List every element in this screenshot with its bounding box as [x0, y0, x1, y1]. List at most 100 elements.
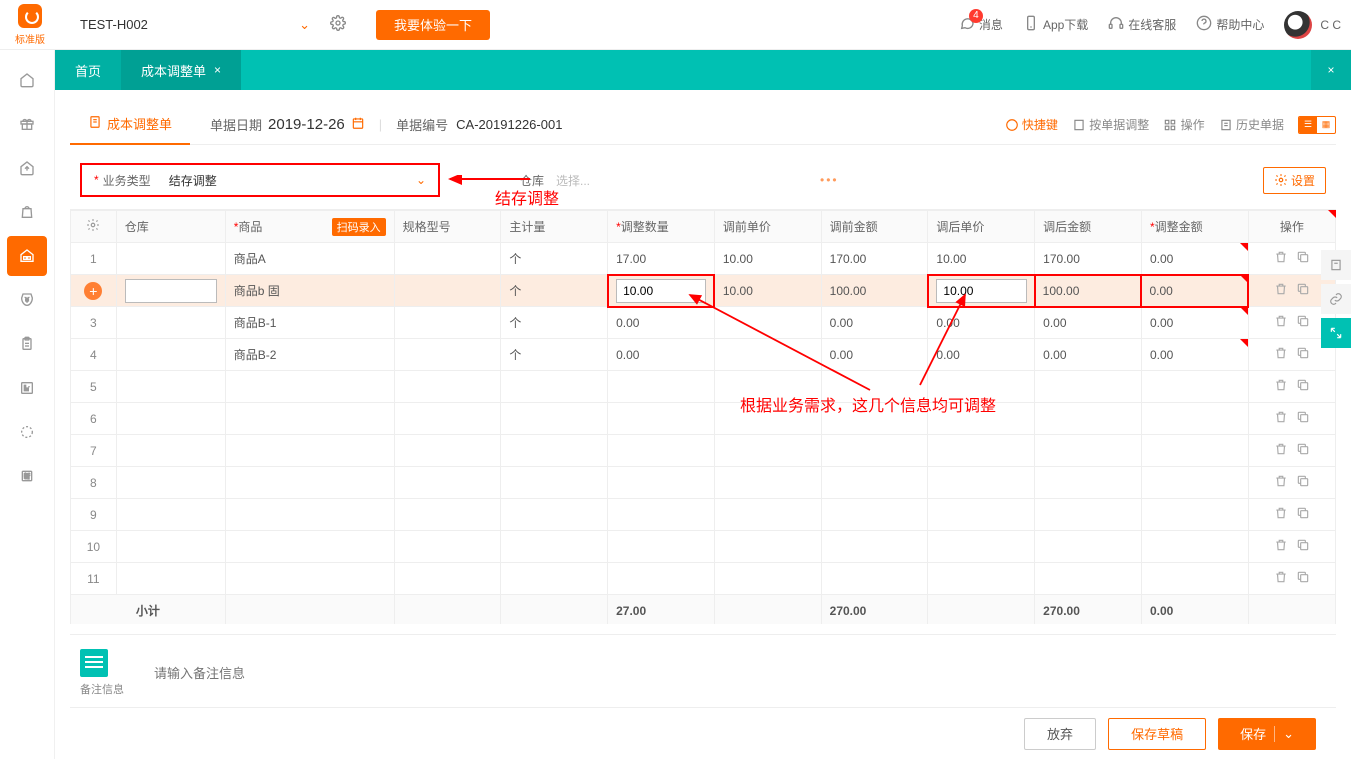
copy-icon[interactable]	[1296, 253, 1310, 267]
delete-icon[interactable]	[1274, 477, 1288, 491]
delete-icon[interactable]	[1274, 413, 1288, 427]
shortcut-button[interactable]: 快捷键	[1005, 116, 1058, 133]
help-center-link[interactable]: 帮助中心	[1196, 15, 1264, 34]
form-header: 成本调整单 单据日期 2019-12-26 | 单据编号 CA-20191226…	[70, 105, 1336, 145]
form-meta: 单据日期 2019-12-26 | 单据编号 CA-20191226-001	[210, 115, 562, 134]
by-doc-button[interactable]: 按单据调整	[1072, 116, 1149, 133]
delete-icon[interactable]	[1274, 445, 1288, 459]
table-row[interactable]: +商品b 固个10.00100.00100.000.00	[71, 275, 1336, 307]
biz-type-select[interactable]: * 业务类型 结存调整 ⌄	[80, 163, 440, 197]
nav-home-icon[interactable]	[7, 60, 47, 100]
copy-icon[interactable]	[1296, 477, 1310, 491]
col-warehouse[interactable]: 仓库	[116, 211, 225, 243]
note-icon[interactable]	[1321, 250, 1351, 280]
nav-new-icon[interactable]: 新	[7, 456, 47, 496]
grid-view-icon[interactable]: ▦	[1317, 117, 1335, 133]
chevron-down-icon[interactable]: ⌄	[1274, 726, 1294, 742]
more-icon[interactable]: •••	[820, 173, 839, 187]
col-pre-amount[interactable]: 调前金额	[821, 211, 928, 243]
messages-link[interactable]: 消息 4	[959, 15, 1003, 34]
trial-button[interactable]: 我要体验一下	[376, 10, 490, 40]
copy-icon[interactable]	[1296, 317, 1310, 331]
copy-icon[interactable]	[1296, 381, 1310, 395]
table-row[interactable]: 1商品A个17.0010.00170.0010.00170.000.00	[71, 243, 1336, 275]
form-tab[interactable]: 成本调整单	[70, 105, 190, 145]
avatar[interactable]	[1284, 11, 1312, 39]
online-service-link[interactable]: 在线客服	[1108, 15, 1176, 34]
table-row[interactable]: 7	[71, 435, 1336, 467]
qty-input[interactable]	[616, 279, 706, 303]
scan-button[interactable]: 扫码录入	[332, 218, 386, 236]
col-pre-price[interactable]: 调前单价	[714, 211, 821, 243]
nav-bag-icon[interactable]	[7, 192, 47, 232]
table-row[interactable]: 5	[71, 371, 1336, 403]
post-price-input[interactable]	[936, 279, 1026, 303]
col-post-amount[interactable]: 调后金额	[1035, 211, 1142, 243]
col-adj-qty[interactable]: *调整数量	[608, 211, 715, 243]
nav-upload-icon[interactable]	[7, 148, 47, 188]
delete-icon[interactable]	[1274, 285, 1288, 299]
col-adj-amount[interactable]: *调整金额	[1141, 211, 1248, 243]
close-icon[interactable]: ×	[214, 63, 221, 77]
calendar-icon[interactable]	[351, 116, 365, 133]
app-download-link[interactable]: App下载	[1023, 15, 1088, 34]
link-icon[interactable]	[1321, 284, 1351, 314]
nav-gift-icon[interactable]	[7, 104, 47, 144]
nav-warehouse-icon[interactable]	[7, 236, 47, 276]
tab-home[interactable]: 首页	[55, 50, 121, 90]
tab-bar: 首页 成本调整单 × ×	[55, 50, 1351, 90]
table-row[interactable]: 3商品B-1个0.000.000.000.000.00	[71, 307, 1336, 339]
col-post-price[interactable]: 调后单价	[928, 211, 1035, 243]
warehouse-input[interactable]	[125, 279, 217, 303]
view-switch[interactable]: ☰▦	[1298, 116, 1336, 134]
ops-button[interactable]: 操作	[1163, 116, 1204, 133]
delete-icon[interactable]	[1274, 541, 1288, 555]
warehouse-select[interactable]: 仓库 选择...	[520, 172, 590, 189]
history-button[interactable]: 历史单据	[1219, 116, 1284, 133]
table-row[interactable]: 9	[71, 499, 1336, 531]
copy-icon[interactable]	[1296, 573, 1310, 587]
add-row-icon[interactable]: +	[84, 282, 102, 300]
chevron-down-icon: ⌄	[299, 17, 310, 33]
expand-icon[interactable]	[1321, 318, 1351, 348]
save-draft-button[interactable]: 保存草稿	[1108, 718, 1206, 750]
copy-icon[interactable]	[1296, 413, 1310, 427]
org-settings-icon[interactable]	[330, 15, 346, 34]
table-row[interactable]: 4商品B-2个0.000.000.000.000.00	[71, 339, 1336, 371]
subtotal-row: 小计 27.00 270.00 270.00 0.00	[71, 595, 1336, 625]
table-row[interactable]: 8	[71, 467, 1336, 499]
remark-input[interactable]	[154, 666, 1326, 681]
col-spec[interactable]: 规格型号	[394, 211, 501, 243]
tab-cost-adjust[interactable]: 成本调整单 ×	[121, 50, 241, 90]
nav-clipboard-icon[interactable]	[7, 324, 47, 364]
tab-bar-close-icon[interactable]: ×	[1311, 50, 1351, 90]
table-row[interactable]: 11	[71, 563, 1336, 595]
col-product[interactable]: *商品扫码录入	[225, 211, 394, 243]
delete-icon[interactable]	[1274, 253, 1288, 267]
table-row[interactable]: 10	[71, 531, 1336, 563]
delete-icon[interactable]	[1274, 349, 1288, 363]
date-value[interactable]: 2019-12-26	[268, 116, 345, 133]
delete-icon[interactable]	[1274, 317, 1288, 331]
col-gear[interactable]	[71, 211, 117, 243]
copy-icon[interactable]	[1296, 509, 1310, 523]
copy-icon[interactable]	[1296, 541, 1310, 555]
delete-icon[interactable]	[1274, 381, 1288, 395]
delete-icon[interactable]	[1274, 573, 1288, 587]
nav-sync-icon[interactable]	[7, 412, 47, 452]
settings-button[interactable]: 设置	[1263, 167, 1326, 194]
nav-report-icon[interactable]	[7, 368, 47, 408]
save-button[interactable]: 保存⌄	[1218, 718, 1316, 750]
copy-icon[interactable]	[1296, 445, 1310, 459]
copy-icon[interactable]	[1296, 349, 1310, 363]
svg-text:¥: ¥	[25, 298, 29, 304]
chevron-down-icon: ⌄	[416, 173, 426, 187]
delete-icon[interactable]	[1274, 509, 1288, 523]
copy-icon[interactable]	[1296, 285, 1310, 299]
col-unit[interactable]: 主计量	[501, 211, 608, 243]
discard-button[interactable]: 放弃	[1024, 718, 1096, 750]
table-row[interactable]: 6	[71, 403, 1336, 435]
list-view-icon[interactable]: ☰	[1299, 117, 1317, 133]
nav-money-icon[interactable]: ¥	[7, 280, 47, 320]
org-select[interactable]: TEST-H002 ⌄	[70, 10, 320, 40]
